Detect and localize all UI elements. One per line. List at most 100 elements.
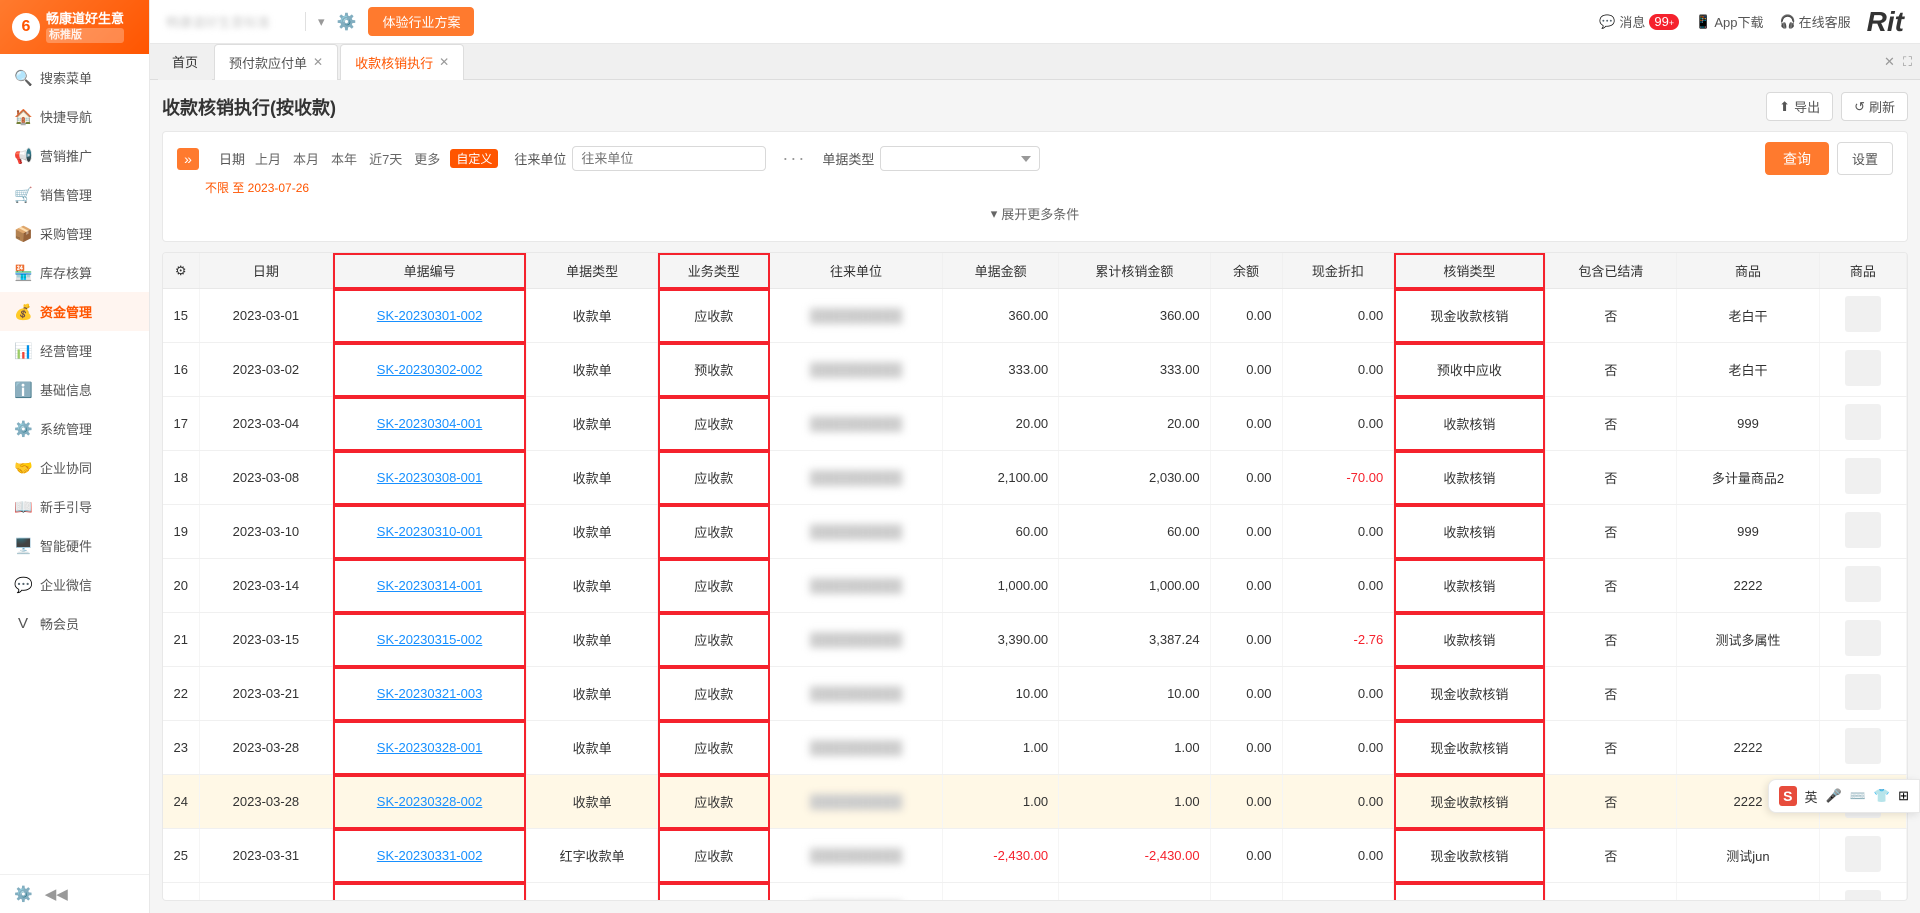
filter-partner-label: 往来单位 [514, 149, 566, 168]
row-verify-type: 预收中应收 [1394, 343, 1545, 397]
partner-blurred: ██████████ [810, 524, 902, 539]
sidebar-item-search[interactable]: 🔍搜索菜单 [0, 58, 149, 97]
tab-prepay-close-icon[interactable]: ✕ [313, 55, 323, 69]
tab-receipt-verify-close-icon[interactable]: ✕ [439, 55, 449, 69]
row-doc-no: SK-20230302-002 [333, 343, 527, 397]
filter-date-this-month[interactable]: 本月 [289, 147, 323, 170]
doc-no-link[interactable]: SK-20230304-001 [377, 416, 483, 431]
solution-btn[interactable]: 体验行业方案 [368, 7, 474, 36]
close-all-icon[interactable]: ✕ [1884, 54, 1895, 70]
expand-tabs-icon[interactable]: ⛶ [1903, 54, 1912, 70]
partner-blurred: ██████████ [810, 848, 902, 863]
basic-icon: ℹ️ [14, 381, 32, 399]
sidebar-item-operations[interactable]: 📊经营管理 [0, 331, 149, 370]
refresh-btn[interactable]: ↺ 刷新 [1841, 92, 1908, 121]
row-num: 20 [163, 559, 199, 613]
settings-btn[interactable]: 设置 [1837, 142, 1893, 175]
collapse-icon[interactable]: ◀◀ [45, 885, 68, 903]
expand-conditions-btn[interactable]: ▾ 展开更多条件 [991, 204, 1080, 223]
doc-no-link[interactable]: SK-20230328-001 [377, 740, 483, 755]
row-date: 2023-03-04 [199, 397, 333, 451]
sidebar-item-inventory[interactable]: 🏪库存核算 [0, 253, 149, 292]
expand-arrow-btn[interactable]: » [177, 148, 199, 170]
col-settings[interactable]: ⚙ [163, 253, 199, 289]
row-include-settled: 否 [1545, 775, 1677, 829]
filter-date-last-month[interactable]: 上月 [251, 147, 285, 170]
topbar-gear-icon[interactable]: ⚙️ [337, 12, 357, 32]
tab-home[interactable]: 首页 [158, 44, 212, 80]
filter-date-7days[interactable]: 近7天 [365, 147, 406, 170]
row-product [1677, 667, 1820, 721]
tabs-bar-right: ✕ ⛶ [1884, 54, 1912, 70]
sidebar-item-corp[interactable]: 🤝企业协同 [0, 448, 149, 487]
table-row: 22 2023-03-21 SK-20230321-003 收款单 应收款 ██… [163, 667, 1907, 721]
sidebar-item-sales[interactable]: 🛒销售管理 [0, 175, 149, 214]
doc-no-link[interactable]: SK-20230310-001 [377, 524, 483, 539]
row-cash-discount: 0.00 [1282, 559, 1394, 613]
col-biz-type: 业务类型 [658, 253, 770, 289]
settings-icon[interactable]: ⚙️ [14, 885, 33, 903]
row-product2 [1819, 343, 1906, 397]
hardware-icon: 🖥️ [14, 537, 32, 555]
doc-no-link[interactable]: SK-20230314-001 [377, 578, 483, 593]
doc-no-link[interactable]: SK-20230331-002 [377, 848, 483, 863]
online-service-btn[interactable]: 🎧 在线客服 [1779, 12, 1850, 31]
filter-date-this-year[interactable]: 本年 [327, 147, 361, 170]
export-btn[interactable]: ⬆ 导出 [1766, 92, 1833, 121]
tab-prepay[interactable]: 预付款应付单 ✕ [214, 44, 338, 80]
doc-no-link[interactable]: SK-20230315-002 [377, 632, 483, 647]
row-partner: ██████████ [770, 559, 943, 613]
row-verify-amount: 2,030.00 [1059, 451, 1210, 505]
row-verify-type: 现金收款核销 [1394, 775, 1545, 829]
sidebar-item-wechat[interactable]: 💬企业微信 [0, 565, 149, 604]
topbar-chevron-down-icon[interactable]: ▾ [318, 14, 325, 30]
row-partner: ██████████ [770, 505, 943, 559]
sidebar-item-finance[interactable]: 💰资金管理 [0, 292, 149, 331]
row-biz-type: 应收款 [658, 559, 770, 613]
filter-date-more[interactable]: 更多 [410, 147, 444, 170]
row-cash-discount: 0.00 [1282, 289, 1394, 343]
filter-date-custom[interactable]: 自定义 [450, 149, 498, 168]
sidebar-item-member[interactable]: V畅会员 [0, 604, 149, 643]
header-actions: ⬆ 导出 ↺ 刷新 [1766, 92, 1908, 121]
filter-date-range-text: 不限 至 2023-07-26 [205, 181, 309, 195]
doc-no-link[interactable]: SK-20230301-002 [377, 308, 483, 323]
filter-voucher-type-select[interactable] [880, 146, 1040, 171]
messages-btn[interactable]: 💬 消息 99+ [1599, 12, 1679, 31]
app-download-btn[interactable]: 📱 App下载 [1695, 12, 1763, 31]
sogou-label: 英 [1805, 787, 1818, 806]
system-icon: ⚙️ [14, 420, 32, 438]
filter-partner-input[interactable] [572, 146, 766, 171]
sidebar-item-marketing[interactable]: 📢营销推广 [0, 136, 149, 175]
doc-no-link[interactable]: SK-20230328-002 [377, 794, 483, 809]
sidebar-item-guide[interactable]: 📖新手引导 [0, 487, 149, 526]
tab-receipt-verify[interactable]: 收款核销执行 ✕ [340, 44, 464, 80]
grid-icon[interactable]: ⊞ [1898, 788, 1909, 804]
sidebar-item-system[interactable]: ⚙️系统管理 [0, 409, 149, 448]
row-date: 2023-03-08 [199, 451, 333, 505]
doc-no-link[interactable]: SK-20230308-001 [377, 470, 483, 485]
mic-icon[interactable]: 🎤 [1826, 788, 1842, 804]
sidebar-item-label-operations: 经营管理 [40, 341, 92, 360]
sidebar-item-purchase[interactable]: 📦采购管理 [0, 214, 149, 253]
sidebar-item-label-finance: 资金管理 [40, 302, 92, 321]
row-num: 21 [163, 613, 199, 667]
row-doc-type: 红字收款单 [526, 829, 658, 883]
row-biz-type: 应收款 [658, 505, 770, 559]
row-product: 老白干 [1677, 289, 1820, 343]
row-product: 2222 [1677, 721, 1820, 775]
row-num: 23 [163, 721, 199, 775]
row-verify-type: 收款核销 [1394, 505, 1545, 559]
doc-no-link[interactable]: SK-20230321-003 [377, 686, 483, 701]
sidebar-item-quick[interactable]: 🏠快捷导航 [0, 97, 149, 136]
query-btn[interactable]: 查询 [1765, 142, 1829, 175]
row-partner: ██████████ [770, 397, 943, 451]
col-balance: 余额 [1210, 253, 1282, 289]
doc-no-link[interactable]: SK-20230302-002 [377, 362, 483, 377]
row-cash-discount: 0.00 [1282, 829, 1394, 883]
sidebar-item-basic[interactable]: ℹ️基础信息 [0, 370, 149, 409]
row-include-settled: 否 [1545, 343, 1677, 397]
keyboard-icon[interactable]: ⌨️ [1850, 788, 1866, 804]
sidebar-item-hardware[interactable]: 🖥️智能硬件 [0, 526, 149, 565]
shirt-icon[interactable]: 👕 [1874, 788, 1890, 804]
